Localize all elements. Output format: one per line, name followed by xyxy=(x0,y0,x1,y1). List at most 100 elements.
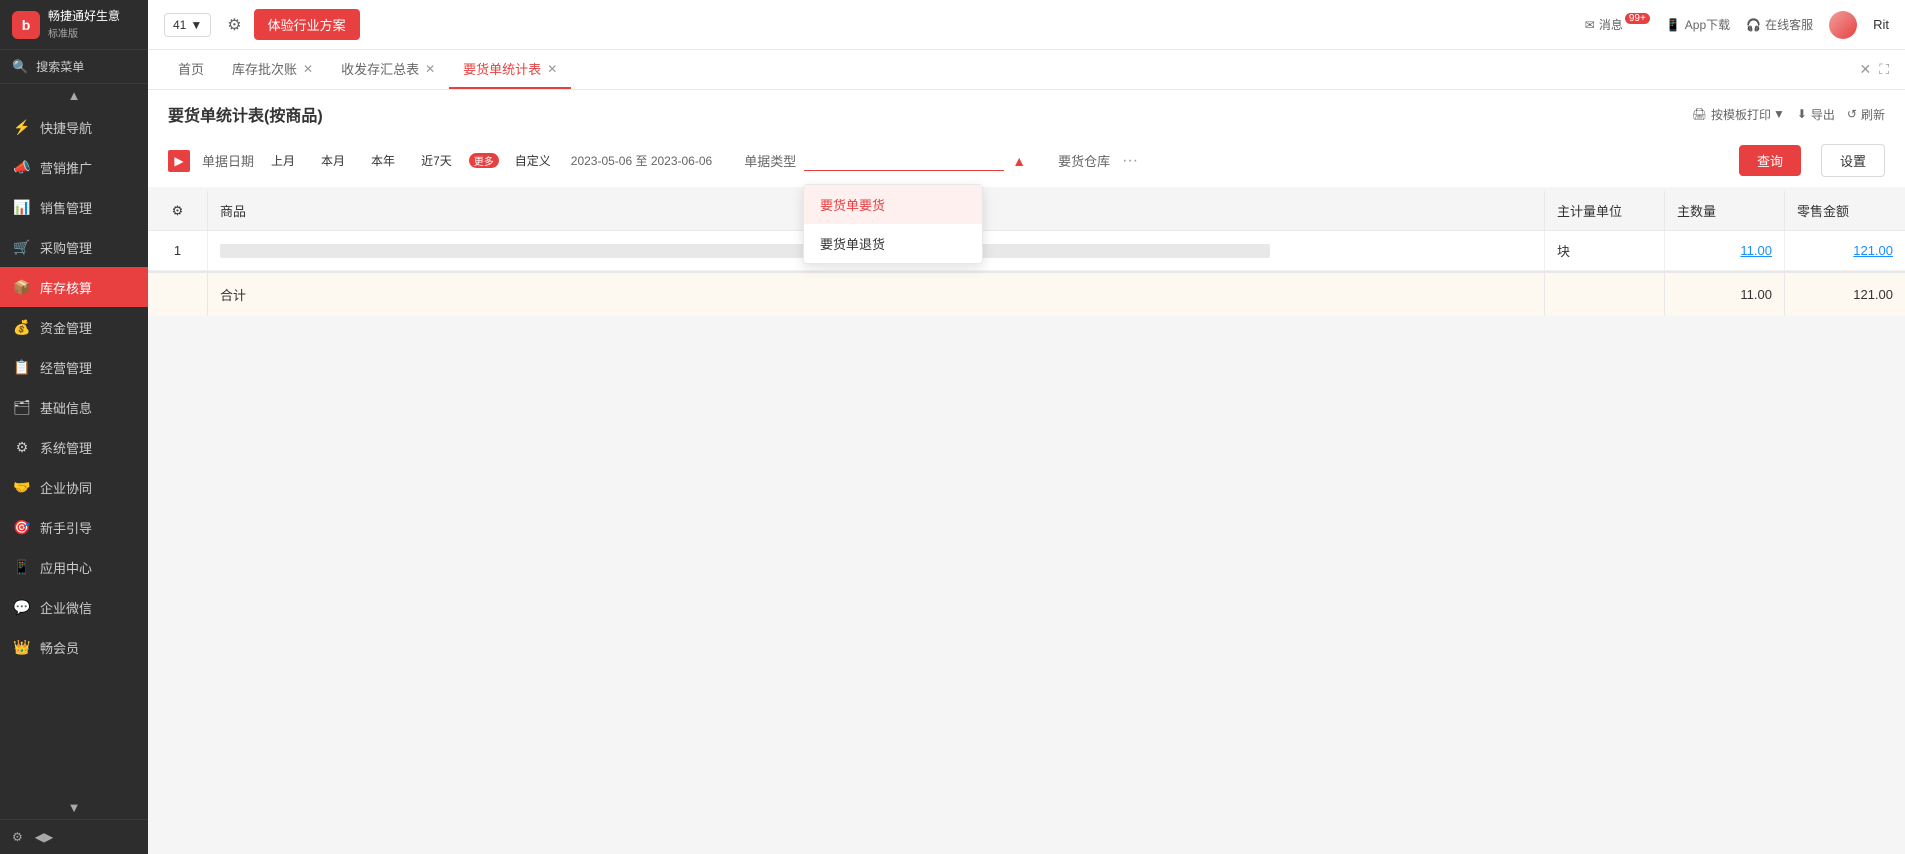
header-settings-icon[interactable]: ⚙ xyxy=(227,15,241,35)
sidebar-item-shortcut[interactable]: ⚡ 快捷导航 xyxy=(0,107,148,147)
sidebar-item-enterprise[interactable]: 🤝 企业协同 xyxy=(0,467,148,507)
sidebar-item-label: 应用中心 xyxy=(40,558,92,577)
header-app[interactable]: 📱 App下载 xyxy=(1666,16,1730,33)
sidebar-scroll-down[interactable]: ▼ xyxy=(0,796,148,819)
export-label: 导出 xyxy=(1811,106,1835,123)
tab-order-stats-label: 要货单统计表 xyxy=(463,59,541,78)
date-filter-label: 单据日期 xyxy=(202,151,254,170)
version-number: 41 xyxy=(173,18,186,32)
date-btn-7days[interactable]: 近7天 xyxy=(412,148,461,173)
refresh-btn[interactable]: ↺ 刷新 xyxy=(1847,106,1885,123)
sidebar-item-finance[interactable]: 💰 资金管理 xyxy=(0,307,148,347)
service-icon: 🎧 xyxy=(1746,18,1761,32)
service-label: 在线客服 xyxy=(1765,16,1813,33)
sidebar-item-label: 系统管理 xyxy=(40,438,92,457)
tab-sales-summary[interactable]: 收发存汇总表 ✕ xyxy=(327,50,449,89)
purchase-icon: 🛒 xyxy=(12,237,32,257)
product-placeholder xyxy=(220,244,1270,258)
sidebar-item-app-center[interactable]: 📱 应用中心 xyxy=(0,547,148,587)
version-select[interactable]: 41 ▼ xyxy=(164,13,211,37)
filter-expand-btn[interactable]: ▶ xyxy=(168,150,190,172)
expand-icon[interactable]: ⛶ xyxy=(1879,61,1889,78)
date-btn-this-month[interactable]: 本月 xyxy=(312,148,354,173)
sidebar-item-guide[interactable]: 🎯 新手引导 xyxy=(0,507,148,547)
sidebar-item-label: 基础信息 xyxy=(40,398,92,417)
app-logo-text: 畅捷通好生意 标准版 xyxy=(48,9,120,40)
print-btn[interactable]: 🖨 按模板打印 ▼ xyxy=(1692,106,1785,123)
tabs-window-btns: ✕ ⛶ xyxy=(1859,61,1889,78)
sidebar-nav: ⚡ 快捷导航 📣 营销推广 📊 销售管理 🛒 采购管理 📦 库存核算 💰 资金管… xyxy=(0,107,148,796)
page-title: 要货单统计表(按商品) xyxy=(168,102,323,126)
header: 41 ▼ ⚙ 体验行业方案 ✉ 消息 99+ 📱 App下载 🎧 在线客服 xyxy=(148,0,1905,50)
wechat-icon: 💬 xyxy=(12,597,32,617)
th-unit: 主计量单位 xyxy=(1545,191,1665,230)
tf-empty xyxy=(148,273,208,316)
refresh-icon: ↺ xyxy=(1847,107,1857,121)
quantity-link[interactable]: 11.00 xyxy=(1740,243,1772,258)
header-msg[interactable]: ✉ 消息 99+ xyxy=(1585,16,1650,33)
type-filter-input[interactable] xyxy=(804,151,1004,171)
tab-inventory-batch-close[interactable]: ✕ xyxy=(303,62,313,76)
sidebar-item-label: 新手引导 xyxy=(40,518,92,537)
app-logo-icon: b xyxy=(12,11,40,39)
amount-link[interactable]: 121.00 xyxy=(1853,243,1893,258)
sidebar-scroll-up[interactable]: ▲ xyxy=(0,84,148,107)
sidebar-item-label: 企业微信 xyxy=(40,598,92,617)
type-dropdown: 要货单要货 要货单退货 xyxy=(803,184,983,264)
dropdown-item-yh-order[interactable]: 要货单要货 xyxy=(804,185,982,224)
date-filter-section: 单据日期 上月 本月 本年 近7天 更多 自定义 2023-05-06 至 20… xyxy=(202,148,712,173)
th-quantity: 主数量 xyxy=(1665,191,1785,230)
header-service[interactable]: 🎧 在线客服 xyxy=(1746,16,1813,33)
sidebar-item-members[interactable]: 👑 畅会员 xyxy=(0,627,148,667)
sidebar-item-base[interactable]: 🗂 基础信息 xyxy=(0,387,148,427)
guide-icon: 🎯 xyxy=(12,517,32,537)
sidebar-item-wechat[interactable]: 💬 企业微信 xyxy=(0,587,148,627)
sidebar-item-purchase[interactable]: 🛒 采购管理 xyxy=(0,227,148,267)
user-name: Rit xyxy=(1873,17,1889,32)
sidebar-settings-btn[interactable]: ⚙ xyxy=(12,830,23,844)
td-amount: 121.00 xyxy=(1785,231,1905,270)
tab-home[interactable]: 首页 xyxy=(164,50,218,89)
dropdown-item-yh-return[interactable]: 要货单退货 xyxy=(804,224,982,263)
base-icon: 🗂 xyxy=(12,397,32,417)
avatar[interactable] xyxy=(1829,11,1857,39)
sidebar-item-label: 快捷导航 xyxy=(40,118,92,137)
date-btn-last-month[interactable]: 上月 xyxy=(262,148,304,173)
sidebar-collapse-btn[interactable]: ◀▶ xyxy=(35,830,53,844)
tab-sales-summary-close[interactable]: ✕ xyxy=(425,62,435,76)
filter-settings-btn[interactable]: 设置 xyxy=(1821,144,1885,177)
print-label: 按模板打印 xyxy=(1711,106,1771,123)
sidebar-item-sales[interactable]: 📊 销售管理 xyxy=(0,187,148,227)
sidebar-item-label: 采购管理 xyxy=(40,238,92,257)
export-btn[interactable]: ⬇ 导出 xyxy=(1797,106,1835,123)
th-amount: 零售金额 xyxy=(1785,191,1905,230)
enterprise-icon: 🤝 xyxy=(12,477,32,497)
tab-inventory-batch[interactable]: 库存批次账 ✕ xyxy=(218,50,327,89)
date-btn-this-year[interactable]: 本年 xyxy=(362,148,404,173)
date-custom-btn[interactable]: 自定义 xyxy=(507,149,559,172)
sidebar-item-label: 畅会员 xyxy=(40,638,79,657)
date-range-display: 2023-05-06 至 2023-06-06 xyxy=(571,152,712,169)
sidebar-item-system[interactable]: ⚙ 系统管理 xyxy=(0,427,148,467)
query-btn[interactable]: 查询 xyxy=(1739,145,1801,176)
th-settings[interactable]: ⚙ xyxy=(148,191,208,230)
warehouse-filter-label: 要货仓库 xyxy=(1058,151,1110,170)
type-filter-arrow[interactable]: ▲ xyxy=(1012,153,1026,169)
sidebar-search[interactable]: 🔍 搜索菜单 xyxy=(0,50,148,84)
date-more-badge[interactable]: 更多 xyxy=(469,153,499,168)
inventory-icon: 📦 xyxy=(12,277,32,297)
close-all-icon[interactable]: ✕ xyxy=(1859,61,1871,78)
warehouse-more-btn[interactable]: ··· xyxy=(1122,152,1138,170)
finance-icon: 💰 xyxy=(12,317,32,337)
page: 要货单统计表(按商品) 🖨 按模板打印 ▼ ⬇ 导出 ↺ 刷新 xyxy=(148,90,1905,316)
operations-icon: 📋 xyxy=(12,357,32,377)
tf-quantity: 11.00 xyxy=(1665,273,1785,316)
tab-order-stats[interactable]: 要货单统计表 ✕ xyxy=(449,50,571,89)
trial-btn[interactable]: 体验行业方案 xyxy=(254,9,360,40)
version-dropdown-icon: ▼ xyxy=(190,18,202,32)
sidebar-item-marketing[interactable]: 📣 营销推广 xyxy=(0,147,148,187)
sidebar-item-label: 库存核算 xyxy=(40,278,92,297)
sidebar-item-operations[interactable]: 📋 经营管理 xyxy=(0,347,148,387)
tab-order-stats-close[interactable]: ✕ xyxy=(547,62,557,76)
sidebar-item-inventory[interactable]: 📦 库存核算 xyxy=(0,267,148,307)
